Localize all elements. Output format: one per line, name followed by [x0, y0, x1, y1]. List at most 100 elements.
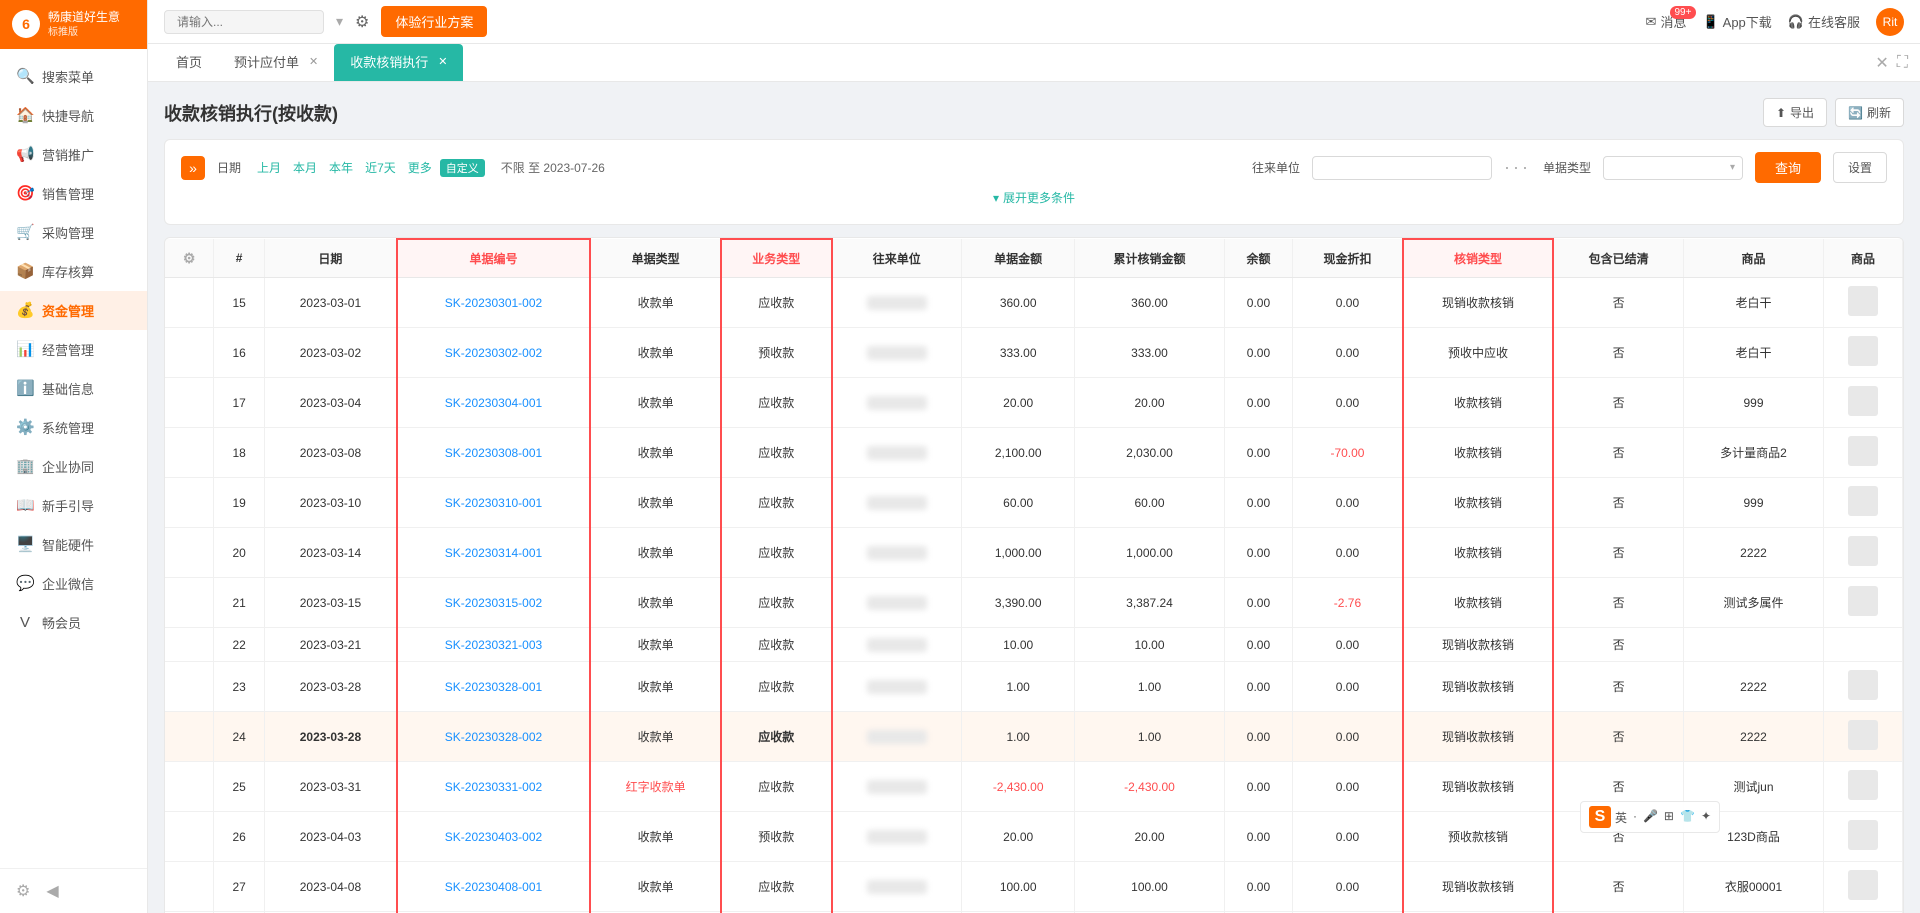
cell-biz_type: 应收款	[721, 712, 832, 762]
refresh-btn[interactable]: 🔄 刷新	[1835, 98, 1904, 127]
cell-doc_no: SK-20230302-002	[397, 328, 590, 378]
cell-balance: 0.00	[1224, 378, 1293, 428]
doc-link[interactable]: SK-20230308-001	[445, 446, 542, 460]
counterpart-input[interactable]	[1312, 156, 1492, 180]
last-month-btn[interactable]: 上月	[253, 157, 285, 178]
sidebar-item-marketing[interactable]: 📢营销推广	[0, 135, 147, 174]
cell-discount: -2.76	[1293, 578, 1403, 628]
topbar-left: ▾ ⚙ 体验行业方案	[164, 6, 487, 37]
filter-settings-btn[interactable]: 设置	[1833, 152, 1887, 183]
counterpart-blurred	[867, 780, 927, 794]
doc-link[interactable]: SK-20230310-001	[445, 496, 542, 510]
cell-include_settled: 否	[1553, 862, 1683, 912]
doc-link[interactable]: SK-20230331-002	[445, 780, 542, 794]
cell-biz_type: 应收款	[721, 578, 832, 628]
tab-collection-exec[interactable]: 收款核销执行✕	[334, 44, 463, 81]
topbar-search[interactable]	[164, 10, 324, 34]
tab-close-pre-payment[interactable]: ✕	[309, 55, 318, 68]
cell-settings	[165, 628, 214, 662]
custom-date-btn[interactable]: 自定义	[440, 159, 485, 177]
sidebar-item-sales[interactable]: 🎯销售管理	[0, 174, 147, 213]
cell-counterpart	[832, 328, 962, 378]
cell-settings	[165, 528, 214, 578]
cell-balance: 0.00	[1224, 428, 1293, 478]
sidebar-item-inventory[interactable]: 📦库存核算	[0, 252, 147, 291]
user-avatar[interactable]: Rit	[1876, 8, 1904, 36]
cell-write_off_type: 预收款核销	[1403, 812, 1554, 862]
doc-link[interactable]: SK-20230302-002	[445, 346, 542, 360]
cell-doc_type: 收款单	[590, 862, 721, 912]
doc-type-select[interactable]	[1603, 156, 1743, 180]
online-service-btn[interactable]: 🎧 在线客服	[1788, 12, 1860, 31]
cell-write_off: 1.00	[1075, 712, 1224, 762]
sidebar-item-basic[interactable]: ℹ️基础信息	[0, 369, 147, 408]
sidebar-item-quick[interactable]: 🏠快捷导航	[0, 96, 147, 135]
tabs-close-btn[interactable]: ✕	[1875, 53, 1888, 73]
sidebar-bottom: ⚙ ◀	[0, 868, 147, 913]
doc-link[interactable]: SK-20230408-001	[445, 880, 542, 894]
doc-link[interactable]: SK-20230304-001	[445, 396, 542, 410]
sidebar-item-finance[interactable]: 💰资金管理	[0, 291, 147, 330]
this-year-btn[interactable]: 本年	[325, 157, 357, 178]
cell-seq: 27	[214, 862, 265, 912]
app-download-btn[interactable]: 📱 App下载	[1702, 12, 1771, 31]
logo-text: 畅康道好生意 标推版	[48, 10, 120, 39]
sidebar-item-wechat[interactable]: 💬企业微信	[0, 564, 147, 603]
doc-link[interactable]: SK-20230315-002	[445, 596, 542, 610]
tab-home[interactable]: 首页	[160, 44, 218, 81]
doc-link[interactable]: SK-20230314-001	[445, 546, 542, 560]
more-filters-dots[interactable]: ···	[1504, 157, 1531, 178]
doc-link[interactable]: SK-20230328-001	[445, 680, 542, 694]
cell-counterpart	[832, 662, 962, 712]
sidebar-item-hardware[interactable]: 🖥️智能硬件	[0, 525, 147, 564]
sidebar-item-system[interactable]: ⚙️系统管理	[0, 408, 147, 447]
settings-bottom-icon[interactable]: ⚙	[16, 881, 30, 901]
this-month-btn[interactable]: 本月	[289, 157, 321, 178]
cell-doc_no: SK-20230315-002	[397, 578, 590, 628]
cell-product2	[1824, 812, 1903, 862]
cell-settings	[165, 578, 214, 628]
cell-amount: 3,390.00	[961, 578, 1074, 628]
sidebar-item-purchase[interactable]: 🛒采购管理	[0, 213, 147, 252]
cell-counterpart	[832, 712, 962, 762]
query-btn[interactable]: 查询	[1755, 152, 1821, 183]
last-7days-btn[interactable]: 近7天	[361, 157, 400, 178]
filter-expand-btn[interactable]: »	[181, 156, 205, 180]
sidebar-item-corp[interactable]: 🏢企业协同	[0, 447, 147, 486]
tab-close-collection-exec[interactable]: ✕	[438, 55, 447, 68]
doc-link[interactable]: SK-20230403-002	[445, 830, 542, 844]
expand-more-filters-btn[interactable]: ▾ 展开更多条件	[181, 183, 1887, 212]
sidebar-label-operation: 经营管理	[42, 340, 94, 359]
tab-bar: 首页预计应付单✕收款核销执行✕✕⛶	[148, 44, 1920, 82]
dropdown-icon[interactable]: ▾	[336, 13, 343, 30]
sidebar-item-search[interactable]: 🔍搜索菜单	[0, 57, 147, 96]
sidebar-item-guide[interactable]: 📖新手引导	[0, 486, 147, 525]
cell-discount: 0.00	[1293, 328, 1403, 378]
cell-product: 测试多属件	[1683, 578, 1823, 628]
export-btn[interactable]: ⬆ 导出	[1763, 98, 1827, 127]
cell-seq: 18	[214, 428, 265, 478]
message-btn[interactable]: ✉ 消息 99+	[1646, 12, 1687, 31]
collapse-icon[interactable]: ◀	[46, 881, 58, 901]
cell-doc_no: SK-20230310-001	[397, 478, 590, 528]
cell-include_settled: 否	[1553, 712, 1683, 762]
cell-date: 2023-03-04	[265, 378, 397, 428]
cell-write_off: 1,000.00	[1075, 528, 1224, 578]
cell-doc_no: SK-20230304-001	[397, 378, 590, 428]
topbar-gear-icon[interactable]: ⚙	[355, 12, 369, 32]
sidebar-item-operation[interactable]: 📊经营管理	[0, 330, 147, 369]
solution-btn[interactable]: 体验行业方案	[381, 6, 487, 37]
cell-date: 2023-03-31	[265, 762, 397, 812]
cell-product2	[1824, 428, 1903, 478]
tabs-expand-btn[interactable]: ⛶	[1897, 54, 1908, 72]
doc-link[interactable]: SK-20230301-002	[445, 296, 542, 310]
sidebar-item-vip[interactable]: V畅会员	[0, 603, 147, 642]
doc-link[interactable]: SK-20230328-002	[445, 730, 542, 744]
cell-settings	[165, 862, 214, 912]
doc-link[interactable]: SK-20230321-003	[445, 638, 542, 652]
tab-pre-payment[interactable]: 预计应付单✕	[218, 44, 334, 81]
more-date-btn[interactable]: 更多	[404, 157, 436, 178]
cell-amount: 2,100.00	[961, 428, 1074, 478]
watermark: S 英 · 🎤 ⊞ 👕 ✦	[1580, 801, 1720, 833]
cell-balance: 0.00	[1224, 712, 1293, 762]
